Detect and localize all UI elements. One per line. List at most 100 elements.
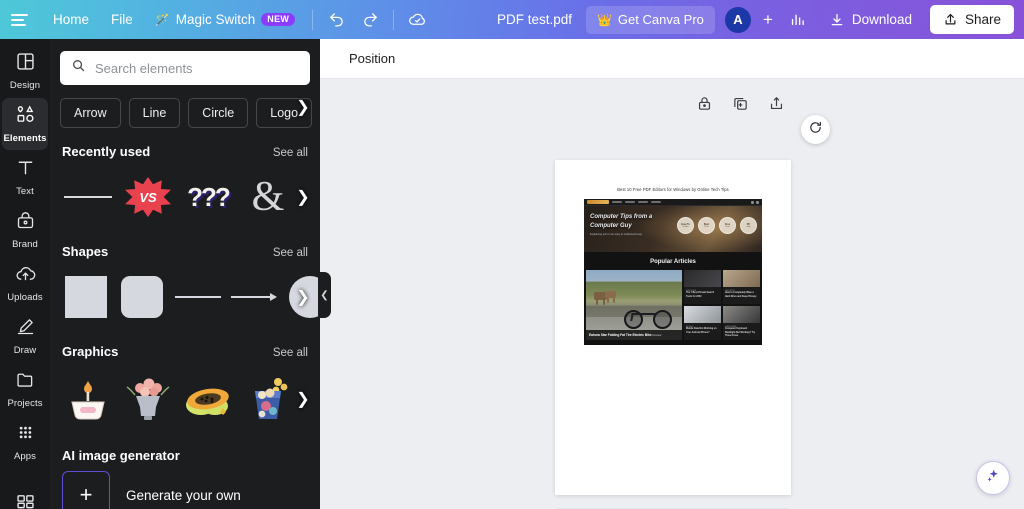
bar-chart-icon[interactable] bbox=[783, 5, 813, 35]
sidebar-item-design[interactable]: Design bbox=[2, 45, 48, 97]
duplicate-page-icon[interactable] bbox=[731, 94, 750, 113]
sidebar-label-apps: Apps bbox=[13, 451, 37, 462]
hero-title: Computer Tips from a Computer Guy bbox=[590, 214, 653, 229]
chip-circle[interactable]: Circle bbox=[188, 98, 249, 128]
recently-used-next-icon[interactable]: ❯ bbox=[292, 182, 314, 212]
generate-own-button[interactable]: + bbox=[62, 471, 110, 509]
sidebar-item-projects[interactable]: Projects bbox=[2, 363, 48, 415]
hamburger-icon[interactable] bbox=[0, 0, 38, 39]
graphics-next-icon[interactable]: ❯ bbox=[292, 384, 314, 414]
article-text: HARDWARE Computer Keyboard Backlight Not… bbox=[723, 323, 760, 340]
feature-article-title: Eahora Star Folding Fat Tire Electric Bi… bbox=[589, 332, 652, 337]
search-icon bbox=[71, 58, 86, 78]
top-bar: Home File 🪄 Magic Switch NEW PDF test.pd… bbox=[0, 0, 1024, 39]
menu-file[interactable]: File bbox=[100, 6, 144, 33]
article-card: MOBILE Mobile Data Not Working on Your A… bbox=[684, 306, 721, 340]
chip-line[interactable]: Line bbox=[128, 98, 181, 128]
shape-rounded-square[interactable] bbox=[118, 273, 166, 321]
section-header-shapes: Shapes See all bbox=[50, 228, 320, 266]
export-page-icon[interactable] bbox=[767, 94, 786, 113]
article-thumb bbox=[723, 270, 760, 287]
sidebar-label-text: Text bbox=[16, 186, 34, 197]
canvas-area[interactable]: Best 10 Free PDF Editors for Windows by … bbox=[320, 79, 1024, 509]
element-question-marks[interactable]: ??? bbox=[182, 173, 234, 221]
element-line[interactable] bbox=[62, 173, 114, 221]
see-all-graphics[interactable]: See all bbox=[273, 347, 308, 359]
position-button[interactable]: Position bbox=[340, 45, 404, 72]
cloud-saved-icon[interactable] bbox=[402, 5, 432, 35]
sidebar-item-uploads[interactable]: Uploads bbox=[2, 257, 48, 309]
magic-assistant-button[interactable] bbox=[976, 461, 1010, 495]
chips-next-icon[interactable]: ❯ bbox=[292, 92, 314, 122]
article-column-1: WINDOWS The 7 Best Private Search Tools … bbox=[684, 270, 721, 340]
sidebar-item-apps[interactable]: Apps bbox=[2, 416, 48, 468]
toolbar-divider-2 bbox=[393, 9, 395, 30]
article-thumb bbox=[684, 270, 721, 287]
nav-search-icon bbox=[750, 200, 754, 204]
nav-item bbox=[612, 200, 622, 204]
article-text: MOBILE Mobile Data Not Working on Your A… bbox=[684, 323, 721, 340]
projects-icon bbox=[15, 369, 36, 395]
refresh-button[interactable] bbox=[801, 115, 830, 144]
see-all-recently-used[interactable]: See all bbox=[273, 147, 308, 159]
new-badge: NEW bbox=[261, 12, 296, 27]
elements-panel: Arrow Line Circle Logo Heart ❯ Recently … bbox=[50, 39, 320, 509]
element-vs-burst[interactable]: VS bbox=[122, 173, 174, 221]
redo-icon[interactable] bbox=[355, 5, 385, 35]
hero-badge-bottom: Help bbox=[746, 226, 751, 229]
graphic-papaya-fruit[interactable] bbox=[182, 375, 234, 423]
sidebar-item-draw[interactable]: Draw bbox=[2, 310, 48, 362]
recently-used-row: VS ??? & ❯ bbox=[50, 166, 320, 228]
article-column-2: SECURITY How to Completely Wipe a Hard D… bbox=[723, 270, 760, 340]
article-text: SECURITY How to Completely Wipe a Hard D… bbox=[723, 287, 760, 304]
elements-icon bbox=[15, 104, 36, 130]
generate-own-label[interactable]: Generate your own bbox=[126, 488, 241, 503]
sidebar-item-elements[interactable]: Elements bbox=[2, 98, 48, 150]
chevron-left-icon: ❮ bbox=[320, 289, 329, 301]
graphic-flower-vase[interactable] bbox=[122, 375, 174, 423]
section-title-recently-used: Recently used bbox=[62, 144, 151, 159]
undo-icon[interactable] bbox=[321, 5, 351, 35]
sidebar-item-text[interactable]: Text bbox=[2, 151, 48, 203]
menu-magic-switch[interactable]: 🪄 Magic Switch NEW bbox=[144, 6, 306, 33]
hero-badge-bottom: Guides bbox=[682, 226, 689, 229]
hero-subtitle: Explaining tech in an easy to understand… bbox=[590, 233, 643, 237]
shape-line[interactable] bbox=[174, 273, 222, 321]
shape-square[interactable] bbox=[62, 273, 110, 321]
graphic-snack-cup[interactable] bbox=[242, 375, 294, 423]
document-title[interactable]: PDF test.pdf bbox=[483, 12, 586, 27]
shape-arrow-line[interactable] bbox=[230, 273, 278, 321]
shapes-next-icon[interactable]: ❯ bbox=[292, 282, 314, 312]
hero-badge-top: Free bbox=[724, 222, 731, 226]
menu-home[interactable]: Home bbox=[42, 6, 100, 33]
filter-chips: Arrow Line Circle Logo Heart ❯ bbox=[50, 85, 320, 128]
lock-icon[interactable] bbox=[695, 94, 714, 113]
search-box[interactable] bbox=[60, 51, 310, 85]
article-title: Mobile Data Not Working on Your Android … bbox=[686, 328, 717, 334]
website-screenshot: Computer Tips from a Computer Guy Explai… bbox=[584, 199, 762, 345]
ai-generator-row: + Generate your own bbox=[50, 471, 320, 509]
sidebar-label-uploads: Uploads bbox=[7, 292, 43, 303]
brand-icon bbox=[15, 210, 36, 236]
download-label: Download bbox=[851, 12, 912, 27]
chip-arrow[interactable]: Arrow bbox=[60, 98, 121, 128]
toolbar-divider bbox=[312, 9, 314, 30]
document-page[interactable]: Best 10 Free PDF Editors for Windows by … bbox=[555, 160, 791, 495]
panel-collapse-handle[interactable]: ❮ bbox=[318, 272, 331, 318]
search-input[interactable] bbox=[95, 60, 299, 76]
share-icon bbox=[945, 13, 956, 25]
menu-home-label: Home bbox=[53, 12, 90, 27]
sidebar-label-elements: Elements bbox=[3, 133, 47, 144]
article-thumb bbox=[723, 306, 760, 323]
sidebar-item-brand[interactable]: Brand bbox=[2, 204, 48, 256]
get-canva-pro-button[interactable]: 👑 Get Canva Pro bbox=[585, 5, 715, 34]
sidebar-item-more[interactable] bbox=[2, 478, 48, 509]
element-ampersand[interactable]: & bbox=[242, 173, 294, 221]
graphic-candle-bowl[interactable] bbox=[62, 375, 114, 423]
share-button[interactable]: Share bbox=[929, 5, 1014, 34]
nav-item bbox=[651, 200, 661, 204]
see-all-shapes[interactable]: See all bbox=[273, 247, 308, 259]
add-collaborator-button[interactable]: + bbox=[755, 7, 781, 33]
avatar[interactable]: A bbox=[724, 6, 751, 33]
download-button[interactable]: Download bbox=[819, 6, 922, 34]
